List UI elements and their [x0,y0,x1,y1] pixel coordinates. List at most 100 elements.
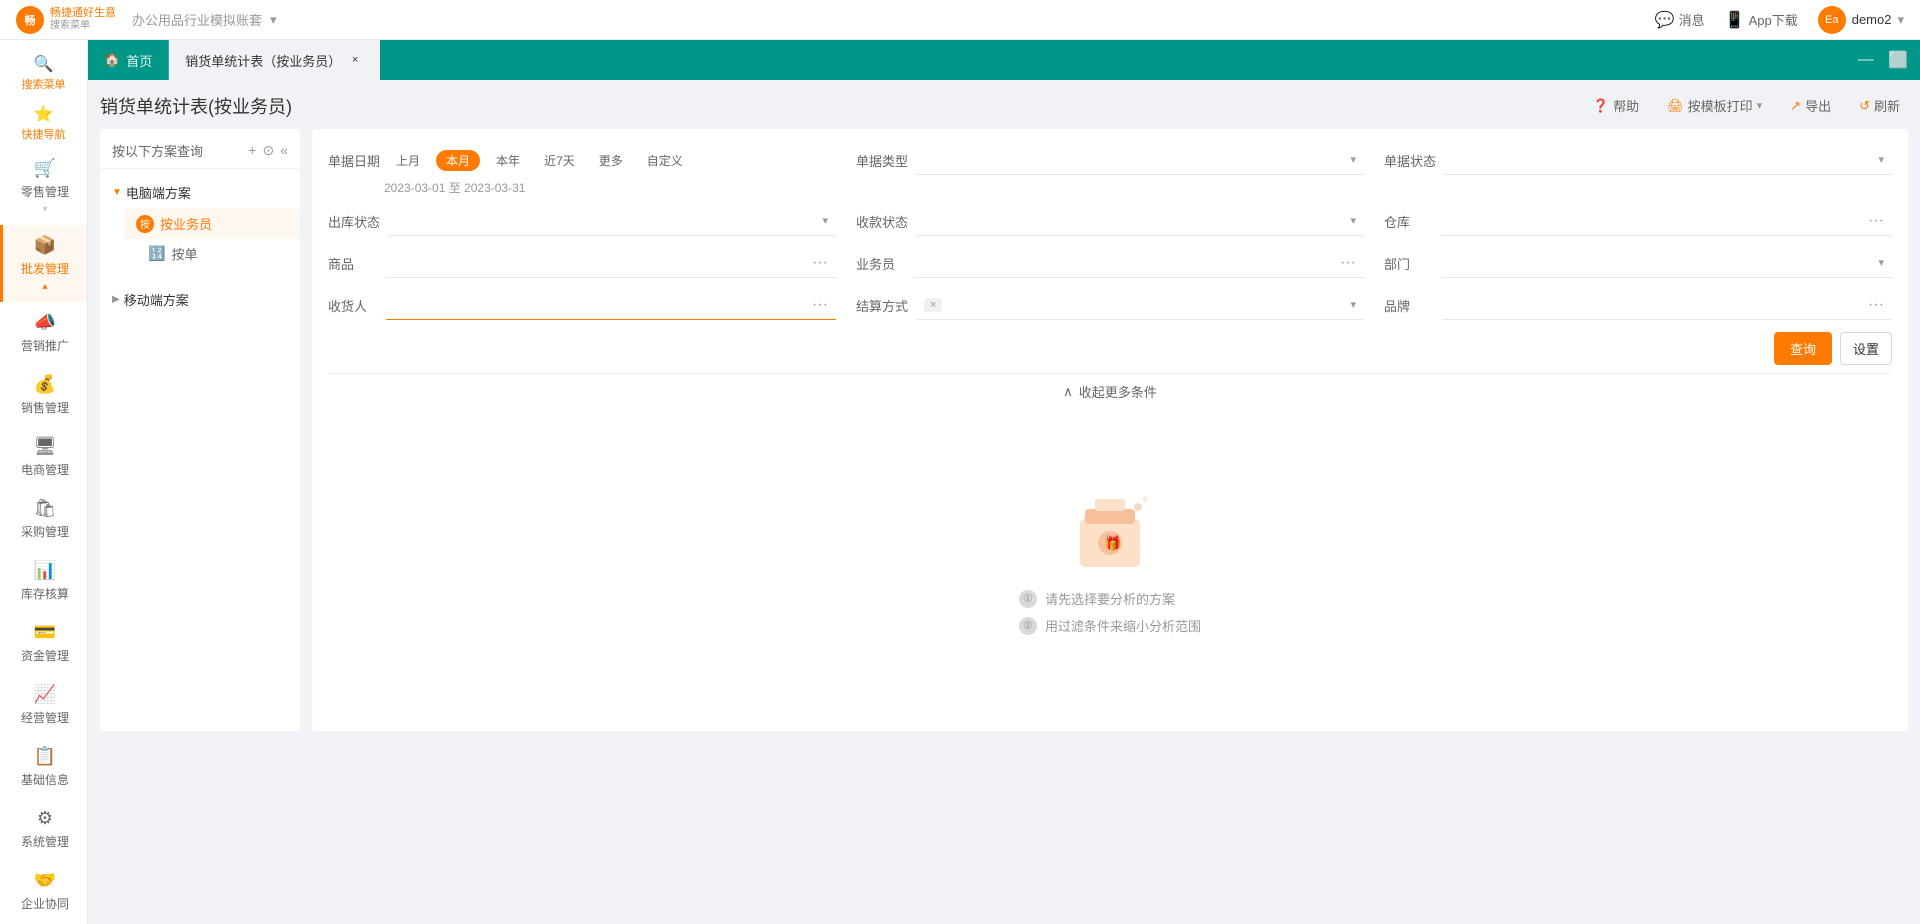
filter-settlement: 结算方式 × ▾ [856,290,1364,320]
top-title: 办公用品行业模拟账套 [132,10,262,29]
warehouse-select[interactable]: ··· [1442,206,1892,236]
sidebar-item-retail[interactable]: 🛒 零售管理 ▾ [0,148,87,225]
system-icon: ⚙ [37,808,53,829]
filter-outstatus: 出库状态 ▾ [328,206,836,236]
settlement-tag-close[interactable]: × [930,299,936,311]
sidebar-item-purchase[interactable]: 🛍 采购管理 [0,488,87,550]
tab-home[interactable]: 🏠 首页 [88,40,169,80]
help-icon: ❓ [1593,98,1609,114]
tree-children-pc: 按 按业务员 🔢 按单 [100,208,300,268]
logo-text: 畅捷通好生意 搜索菜单 [50,7,116,32]
filter-warehouse: 仓库 ··· [1384,206,1892,236]
topbar-right: 💬 消息 📱 App下载 Ea demo2 ▾ [1655,6,1904,34]
page-actions: ❓ 帮助 🖨 按模板打印 ▾ ↗ 导出 ↺ [1585,92,1908,119]
consignee-label: 收货人 [328,296,378,315]
user-menu[interactable]: Ea demo2 ▾ [1818,6,1904,34]
message-icon: 💬 [1655,10,1675,30]
settings-btn[interactable]: 设置 [1840,332,1892,365]
docstatus-select[interactable]: ▾ [1444,145,1892,175]
salesperson-scheme-icon: 按 [136,215,154,233]
home-icon: 🏠 [104,52,120,68]
top-title-dropdown[interactable]: ▾ [270,12,277,28]
sidebar-item-operations[interactable]: 📈 经营管理 [0,674,87,736]
consignee-dots-icon[interactable]: ··· [812,296,828,314]
sidebar-item-basics[interactable]: 📋 基础信息 [0,736,87,798]
goods-dots-icon[interactable]: ··· [812,254,828,272]
tree-child-by-salesperson[interactable]: 按 按业务员 [124,208,300,239]
filter-date: 单据日期 上月 本月 本年 近7天 更多 自定义 [328,145,836,175]
operations-icon: 📈 [34,684,56,705]
date-label: 单据日期 [328,151,380,170]
sidebar-item-wholesale[interactable]: 📦 批发管理 ▴ [0,225,87,302]
doctype-chevron-icon: ▾ [1350,153,1356,166]
warehouse-label: 仓库 [1384,212,1434,231]
sidebar-item-marketing[interactable]: 📣 营销推广 [0,302,87,364]
goods-select[interactable]: ··· [386,248,836,278]
panel-collapse-btn[interactable]: « [280,142,288,159]
empty-hint-1: ① 请先选择要分析的方案 [1019,589,1201,608]
collapse-more-btn[interactable]: ∧ 收起更多条件 [328,373,1892,409]
tab-minimize-btn[interactable]: — [1852,46,1880,74]
tab-bar: 🏠 首页 销货单统计表（按业务员） × — ⬜ [88,40,1920,80]
tab-close-btn[interactable]: × [347,52,363,68]
paystatus-select[interactable]: ▾ [916,206,1364,236]
page-content: 销货单统计表(按业务员) ❓ 帮助 🖨 按模板打印 ▾ ↗ [88,80,1920,924]
dept-select[interactable]: ▾ [1442,248,1892,278]
date-tab-custom[interactable]: 自定义 [639,150,691,171]
date-tab-thismonth[interactable]: 本月 [436,150,480,171]
sidebar-item-system[interactable]: ⚙ 系统管理 [0,798,87,860]
outstatus-select[interactable]: ▾ [388,206,836,236]
sidebar-item-stock[interactable]: 📊 库存核算 [0,550,87,612]
consignee-select[interactable]: ··· [386,290,836,320]
tree-section-mobile: ▶ 移动端方案 [100,276,300,323]
refresh-btn[interactable]: ↺ 刷新 [1851,92,1908,119]
left-panel: 按以下方案查询 + ⊙ « ▼ 电脑端方案 [100,129,300,731]
stock-icon: 📊 [34,560,56,581]
panel-settings-btn[interactable]: ⊙ [262,142,274,159]
sidebar-item-search[interactable]: 🔍 搜索菜单 [0,48,87,98]
brand-select[interactable]: ··· [1442,290,1892,320]
retail-icon: 🛒 [34,158,56,179]
message-btn[interactable]: 💬 消息 [1655,10,1705,30]
tree-arrow-mobile: ▶ [112,294,120,305]
tree-mobile-parent[interactable]: ▶ 移动端方案 [100,284,300,315]
page-title: 销货单统计表(按业务员) [100,93,292,119]
panel-add-btn[interactable]: + [248,142,256,159]
filter-paystatus: 收款状态 ▾ [856,206,1364,236]
doctype-select[interactable]: ▾ [916,145,1364,175]
print-icon: 🖨 [1667,98,1684,114]
tab-maximize-btn[interactable]: ⬜ [1884,46,1912,74]
outstatus-label: 出库状态 [328,212,380,231]
sidebar-item-enterprise[interactable]: 🤝 企业协同 [0,860,87,922]
sidebar-item-sales[interactable]: 💰 销售管理 [0,364,87,426]
template-print-btn[interactable]: 🖨 按模板打印 ▾ [1659,92,1770,119]
date-tab-thisyear[interactable]: 本年 [488,150,528,171]
settlement-chevron-icon: ▾ [1350,298,1356,311]
export-btn[interactable]: ↗ 导出 [1782,92,1839,119]
help-btn[interactable]: ❓ 帮助 [1585,92,1647,119]
tab-active[interactable]: 销货单统计表（按业务员） × [169,40,380,80]
tree-sub-by-order[interactable]: 🔢 按单 [136,239,300,268]
salesperson-select[interactable]: ··· [914,248,1364,278]
date-tab-lastmonth[interactable]: 上月 [388,150,428,171]
empty-illustration: 🎁 [1060,489,1160,569]
date-tab-last7[interactable]: 近7天 [536,150,583,171]
sidebar-item-quicknav[interactable]: ⭐ 快捷导航 [0,98,87,148]
sidebar-item-finance[interactable]: 💳 资金管理 [0,612,87,674]
date-tab-more[interactable]: 更多 [591,150,631,171]
query-btn[interactable]: 查询 [1774,332,1832,365]
warehouse-dots-icon[interactable]: ··· [1868,212,1884,230]
tree-pc-parent[interactable]: ▼ 电脑端方案 [100,177,300,208]
salesperson-dots-icon[interactable]: ··· [1340,254,1356,272]
sidebar-item-ecommerce[interactable]: 🖥 电商管理 [0,426,87,488]
filter-docstatus: 单据状态 ▾ [1384,145,1892,175]
print-dropdown-icon: ▾ [1757,99,1763,112]
right-panel: 单据日期 上月 本月 本年 近7天 更多 自定义 [312,129,1908,731]
settlement-select[interactable]: × ▾ [916,290,1364,320]
filter-dept: 部门 ▾ [1384,248,1892,278]
dept-chevron-icon: ▾ [1878,256,1884,269]
logo[interactable]: 畅 畅捷通好生意 搜索菜单 [16,6,116,34]
enterprise-icon: 🤝 [34,870,56,891]
brand-dots-icon[interactable]: ··· [1868,296,1884,314]
app-download-btn[interactable]: 📱 App下载 [1725,10,1798,30]
